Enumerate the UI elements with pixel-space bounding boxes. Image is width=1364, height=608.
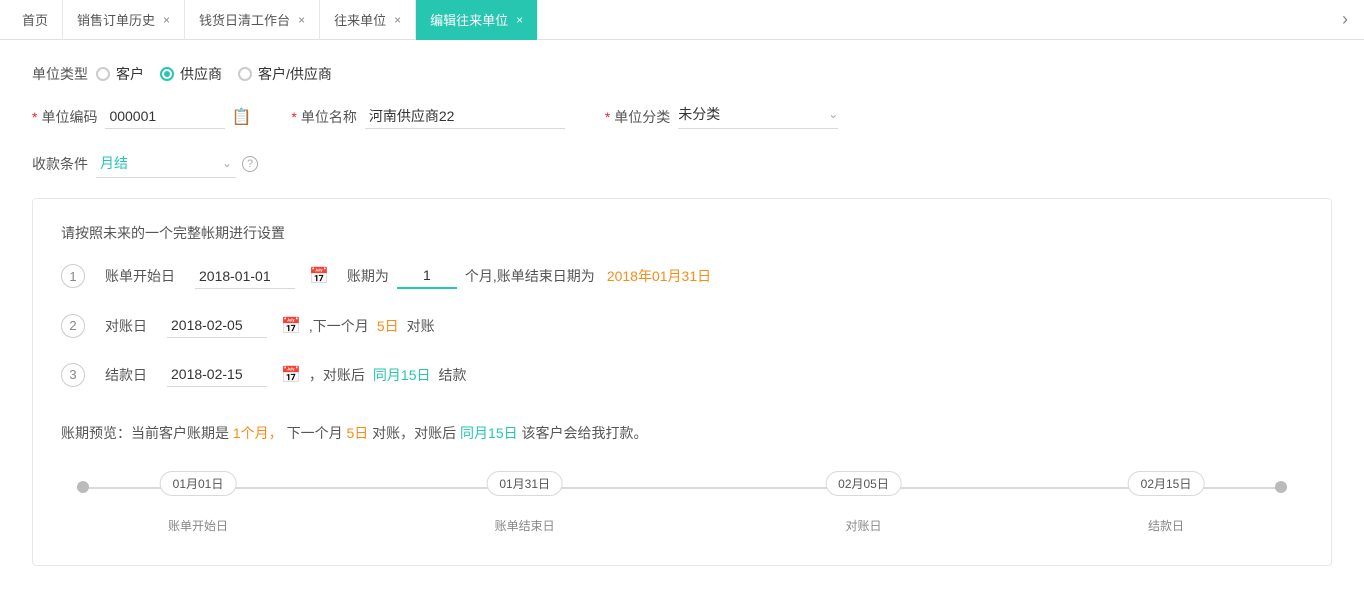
timeline-pill-3: 02月15日	[1128, 471, 1205, 496]
preview-reconcile-prefix: 下一个月	[287, 425, 343, 441]
category-required-star: *	[605, 109, 610, 125]
tab-edit-contacts[interactable]: 编辑往来单位 ×	[416, 0, 538, 40]
payment-value: 月结	[100, 153, 222, 173]
name-required-star: *	[291, 109, 296, 125]
unit-type-radio-group: 客户 供应商 客户/供应商	[96, 64, 332, 84]
preview-payment-suffix: 该客户会给我打款。	[522, 425, 648, 441]
step-3-label: 结款日	[105, 365, 147, 385]
tabs-bar: 首页 销售订单历史 × 钱货日清工作台 × 往来单位 × 编辑往来单位 × ›	[0, 0, 1364, 40]
step-1-period-input[interactable]	[397, 263, 457, 289]
radio-label-supplier: 供应商	[180, 64, 222, 84]
unit-type-label: 单位类型	[32, 64, 88, 84]
main-content: 单位类型 客户 供应商 客户/供应商 * 单位编码 📋 * 单位名称	[0, 40, 1364, 608]
step-1-calendar-icon[interactable]: 📅	[309, 266, 329, 286]
timeline-node-3: 02月15日 结款日	[1128, 471, 1205, 518]
step-2-calendar-icon[interactable]: 📅	[281, 316, 301, 336]
unit-code-group: * 单位编码 📋	[32, 104, 251, 129]
preview-reconcile-highlight: 5日	[346, 425, 368, 441]
payment-label: 收款条件	[32, 154, 88, 174]
timeline-node-2: 02月05日 对账日	[825, 471, 902, 518]
step-3-desc-suffix: 结款	[439, 365, 467, 385]
step-2-desc-prefix: ,下一个月	[309, 316, 369, 336]
payment-dropdown[interactable]: 月结 ⌄	[96, 149, 236, 178]
timeline-pill-0: 01月01日	[160, 471, 237, 496]
timeline-wrapper: 01月01日 账单开始日 01月31日 账单结束日 02月05日 对账日 02月…	[77, 471, 1287, 541]
radio-circle-customer	[96, 67, 110, 81]
tab-sales-order[interactable]: 销售订单历史 ×	[63, 0, 185, 40]
step-2-desc-suffix: 对账	[407, 316, 435, 336]
tab-cash-work[interactable]: 钱货日清工作台 ×	[185, 0, 320, 40]
preview-label: 账期预览：当前客户账期是	[61, 425, 229, 441]
radio-label-customer: 客户	[116, 64, 144, 84]
unit-category-group: * 单位分类 未分类 ⌄	[605, 104, 838, 129]
payment-row: 收款条件 月结 ⌄ ?	[32, 149, 1332, 178]
timeline-end-dot	[1275, 481, 1287, 493]
radio-circle-both	[238, 67, 252, 81]
close-tab-sales-order[interactable]: ×	[163, 13, 170, 27]
code-required-star: *	[32, 109, 37, 125]
timeline-sublabel-0: 账单开始日	[168, 517, 228, 534]
step-2-highlight: 5日	[377, 316, 399, 336]
unit-category-value: 未分类	[678, 104, 828, 124]
payment-chevron-icon: ⌄	[222, 156, 232, 170]
preview-reconcile-suffix: 对账，对账后	[372, 425, 456, 441]
step-1-period-prefix: 账期为	[347, 266, 389, 286]
step-3-date-input[interactable]	[167, 362, 267, 387]
timeline-pill-1: 01月31日	[486, 471, 563, 496]
payment-help-icon[interactable]: ?	[242, 156, 258, 172]
step-1-end-date: 2018年01月31日	[607, 266, 711, 286]
tab-home[interactable]: 首页	[8, 0, 63, 40]
step-3-calendar-icon[interactable]: 📅	[281, 365, 301, 385]
radio-customer[interactable]: 客户	[96, 64, 144, 84]
unit-name-input[interactable]	[365, 104, 565, 129]
code-copy-icon[interactable]: 📋	[231, 107, 251, 127]
step-2-date-input[interactable]	[167, 313, 267, 338]
unit-name-group: * 单位名称	[291, 104, 564, 129]
unit-code-label: 单位编码	[41, 107, 97, 127]
radio-label-both: 客户/供应商	[258, 64, 332, 84]
timeline-sublabel-2: 对账日	[845, 517, 881, 534]
timeline-node-0: 01月01日 账单开始日	[160, 471, 237, 518]
step-3-desc-prefix: ，对账后	[309, 365, 365, 385]
step-2-num: 2	[61, 314, 85, 338]
close-tab-cash-work[interactable]: ×	[298, 13, 305, 27]
timeline-sublabel-1: 账单结束日	[495, 517, 555, 534]
step-1-label: 账单开始日	[105, 266, 175, 286]
close-tab-contacts[interactable]: ×	[394, 13, 401, 27]
settings-section: 请按照未来的一个完整帐期进行设置 1 账单开始日 📅 账期为 个月,账单结束日期…	[32, 198, 1332, 566]
unit-code-input[interactable]	[105, 104, 225, 129]
radio-supplier[interactable]: 供应商	[160, 64, 222, 84]
step-3-num: 3	[61, 363, 85, 387]
unit-category-select[interactable]: 未分类 ⌄	[678, 104, 838, 129]
section-instruction: 请按照未来的一个完整帐期进行设置	[61, 223, 1303, 243]
radio-both[interactable]: 客户/供应商	[238, 64, 332, 84]
category-chevron-icon: ⌄	[828, 107, 838, 121]
timeline-start-dot	[77, 481, 89, 493]
step-1-period-suffix: 个月,账单结束日期为	[465, 266, 595, 286]
step-1-row: 1 账单开始日 📅 账期为 个月,账单结束日期为 2018年01月31日	[61, 263, 1303, 289]
timeline-section: 01月01日 账单开始日 01月31日 账单结束日 02月05日 对账日 02月…	[61, 471, 1303, 541]
unit-name-label: 单位名称	[301, 107, 357, 127]
tab-contacts[interactable]: 往来单位 ×	[320, 0, 416, 40]
preview-text: 账期预览：当前客户账期是 1个月， 下一个月 5日 对账，对账后 同月15日 该…	[61, 411, 1303, 443]
timeline-sublabel-3: 结款日	[1148, 517, 1184, 534]
step-1-date-input[interactable]	[195, 264, 295, 289]
timeline-node-1: 01月31日 账单结束日	[486, 471, 563, 518]
code-name-category-row: * 单位编码 📋 * 单位名称 * 单位分类 未分类 ⌄	[32, 104, 1332, 129]
step-3-highlight: 同月15日	[373, 365, 431, 385]
preview-payment-highlight: 同月15日	[460, 425, 518, 441]
preview-period: 1个月，	[233, 425, 283, 441]
close-tab-edit-contacts[interactable]: ×	[516, 13, 523, 27]
unit-category-label: 单位分类	[614, 107, 670, 127]
step-2-label: 对账日	[105, 316, 147, 336]
unit-type-row: 单位类型 客户 供应商 客户/供应商	[32, 64, 1332, 84]
timeline-pill-2: 02月05日	[825, 471, 902, 496]
radio-circle-supplier	[160, 67, 174, 81]
step-1-num: 1	[61, 264, 85, 288]
step-2-row: 2 对账日 📅 ,下一个月 5日 对账	[61, 313, 1303, 338]
step-3-row: 3 结款日 📅 ，对账后 同月15日 结款	[61, 362, 1303, 387]
timeline-line	[77, 487, 1287, 489]
tabs-scroll-arrow[interactable]: ›	[1334, 9, 1356, 30]
